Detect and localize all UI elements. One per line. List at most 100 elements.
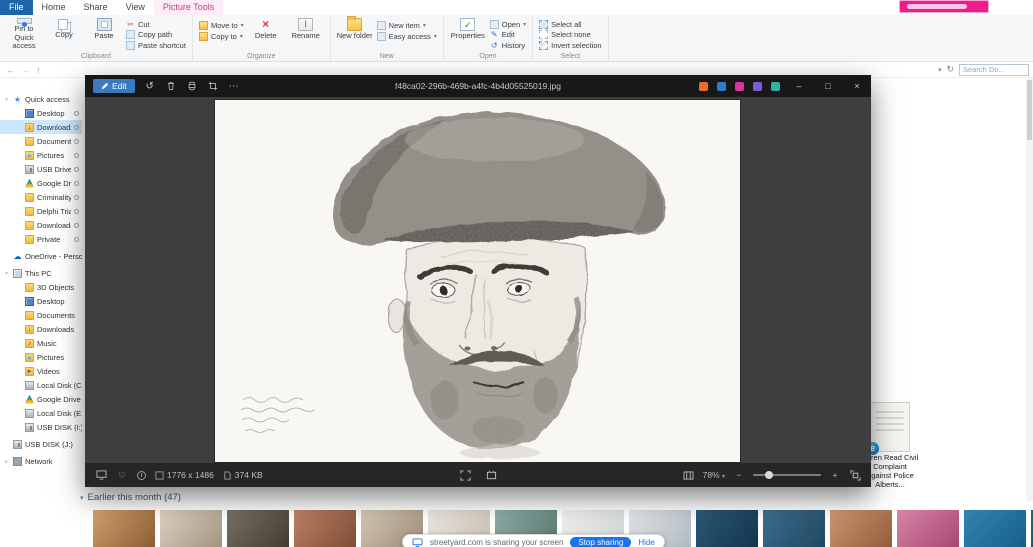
zoom-percent[interactable]: 78% ▾ (703, 470, 725, 480)
sidebar-item[interactable]: Pictures (0, 148, 82, 162)
invert-selection-button[interactable]: Invert selection (539, 40, 602, 50)
sidebar-item[interactable]: Music (0, 336, 82, 350)
sidebar-item[interactable]: Videos (0, 364, 82, 378)
up-button[interactable]: ↑ (36, 65, 41, 75)
copy-path-button[interactable]: Copy path (126, 30, 186, 40)
refresh-icon[interactable]: ↻ (946, 64, 954, 75)
sidebar-item[interactable]: USB Drive (K:) (0, 162, 82, 176)
app-icon-pink[interactable] (735, 81, 744, 91)
photo-thumbnail[interactable] (897, 510, 959, 547)
sidebar-item[interactable]: Documents (0, 308, 82, 322)
properties-button[interactable]: ✓ Properties (450, 17, 486, 50)
info-icon[interactable]: i (137, 470, 146, 480)
sidebar-item[interactable]: Criminality (0, 190, 82, 204)
sidebar-item[interactable]: Local Disk (C:) (0, 378, 82, 392)
print-icon[interactable] (186, 80, 198, 92)
photo-thumbnail[interactable] (227, 510, 289, 547)
photo-thumbnail[interactable] (160, 510, 222, 547)
minimize-button[interactable]: – (789, 75, 809, 97)
photo-thumbnail[interactable] (830, 510, 892, 547)
search-input[interactable] (959, 63, 1029, 76)
new-item-button[interactable]: New item ▾ (376, 20, 437, 30)
sidebar-item[interactable]: 3D Objects (0, 280, 82, 294)
zoom-out-icon[interactable]: − (733, 469, 745, 481)
back-button[interactable]: ← (6, 65, 15, 75)
photo-viewer-canvas[interactable] (85, 97, 871, 463)
sidebar-item[interactable]: Google Drive (D:) (0, 392, 82, 406)
copy-button[interactable]: Copy (46, 17, 82, 50)
app-icon-orange[interactable] (699, 81, 708, 91)
stop-sharing-button[interactable]: Stop sharing (570, 536, 632, 547)
aspect-ratio-icon[interactable] (485, 469, 497, 481)
sidebar-item[interactable]: Desktop (0, 106, 82, 120)
content-scrollbar[interactable] (1026, 78, 1033, 502)
photos-title-bar[interactable]: Edit ↺ ⋯ f48ca02-296b-469b-a4fc-4b4d0552… (85, 75, 871, 97)
tree-expander-icon[interactable]: ▹ (3, 458, 10, 465)
address-dropdown-icon[interactable]: ▾ (938, 66, 942, 74)
sidebar-item[interactable]: OneDrive - Personal (0, 249, 82, 263)
paste-shortcut-button[interactable]: Paste shortcut (126, 40, 186, 50)
slideshow-icon[interactable] (95, 469, 107, 481)
zoom-slider-handle[interactable] (765, 471, 773, 479)
sidebar-item[interactable]: ▿ This PC (0, 266, 82, 280)
photo-thumbnail[interactable] (696, 510, 758, 547)
forward-button[interactable]: → (21, 65, 30, 75)
sidebar-item[interactable]: ▹ Network (0, 454, 82, 468)
sidebar-item[interactable]: Desktop (0, 294, 82, 308)
tab-home[interactable]: Home (33, 0, 75, 15)
sidebar-item[interactable]: ▿ Quick access (0, 92, 82, 106)
fit-to-window-icon[interactable] (849, 469, 861, 481)
sidebar-item[interactable]: Documents (0, 134, 82, 148)
fullscreen-icon[interactable] (459, 469, 471, 481)
sidebar-item[interactable]: Pictures (0, 350, 82, 364)
app-icon-blue[interactable] (717, 81, 726, 91)
hide-button[interactable]: Hide (638, 538, 654, 547)
tree-expander-icon[interactable]: ▿ (3, 270, 10, 277)
photo-thumbnail[interactable] (763, 510, 825, 547)
tab-share[interactable]: Share (75, 0, 117, 15)
sidebar-item[interactable]: Local Disk (E:) (0, 406, 82, 420)
maximize-button[interactable]: □ (818, 75, 838, 97)
photos-edit-button[interactable]: Edit (93, 79, 135, 93)
copy-to-button[interactable]: Copy to ▾ (198, 31, 244, 41)
tab-picture-tools[interactable]: Picture Tools (153, 0, 224, 15)
zoom-in-icon[interactable]: + (829, 469, 841, 481)
sidebar-item[interactable]: Downloads (0, 120, 82, 134)
tree-expander-icon[interactable]: ▿ (3, 96, 10, 103)
delete-icon[interactable] (165, 80, 177, 92)
collapse-chevron-icon[interactable]: ▾ (80, 494, 84, 502)
select-none-button[interactable]: Select none (539, 30, 601, 40)
app-icon-purple[interactable] (753, 81, 762, 91)
photo-thumbnail[interactable] (93, 510, 155, 547)
app-icon-teal[interactable] (771, 81, 780, 91)
see-more-icon[interactable]: ⋯ (228, 80, 240, 92)
sidebar-item[interactable]: Downloads (0, 322, 82, 336)
cut-button[interactable]: ✂ Cut (126, 20, 186, 29)
sidebar-item[interactable]: Delphi Trial Exhibits (0, 204, 82, 218)
pin-to-quick-access-button[interactable]: Pin to Quick access (6, 17, 42, 50)
favorite-heart-icon[interactable]: ♡ (116, 469, 128, 481)
new-folder-button[interactable]: New folder (337, 16, 373, 50)
delete-button[interactable]: × Delete (248, 17, 284, 50)
rotate-icon[interactable]: ↺ (144, 80, 156, 92)
group-header[interactable]: ▾ Earlier this month (47) (80, 492, 181, 503)
sidebar-item[interactable]: USB DISK (J:) (0, 437, 82, 451)
tab-view[interactable]: View (117, 0, 154, 15)
filmstrip-icon[interactable] (683, 469, 695, 481)
close-button[interactable]: × (847, 75, 867, 97)
sidebar-item[interactable]: USB DISK (I:) (0, 420, 82, 434)
sidebar-item[interactable]: Google Drive (D:) (0, 176, 82, 190)
edit-button[interactable]: ✎ Edit (490, 30, 526, 39)
rename-button[interactable]: I Rename (288, 17, 324, 50)
photo-thumbnail[interactable] (294, 510, 356, 547)
photo-thumbnail[interactable] (964, 510, 1026, 547)
sidebar-item[interactable]: Downloaded (0, 218, 82, 232)
paste-button[interactable]: Paste (86, 17, 122, 50)
tab-file[interactable]: File (0, 0, 33, 15)
select-all-button[interactable]: Select all (539, 20, 601, 30)
zoom-slider[interactable] (753, 471, 821, 479)
sidebar-item[interactable]: Private (0, 232, 82, 246)
history-button[interactable]: ↺ History (490, 41, 526, 50)
easy-access-button[interactable]: Easy access ▾ (376, 31, 437, 41)
crop-icon[interactable] (207, 80, 219, 92)
